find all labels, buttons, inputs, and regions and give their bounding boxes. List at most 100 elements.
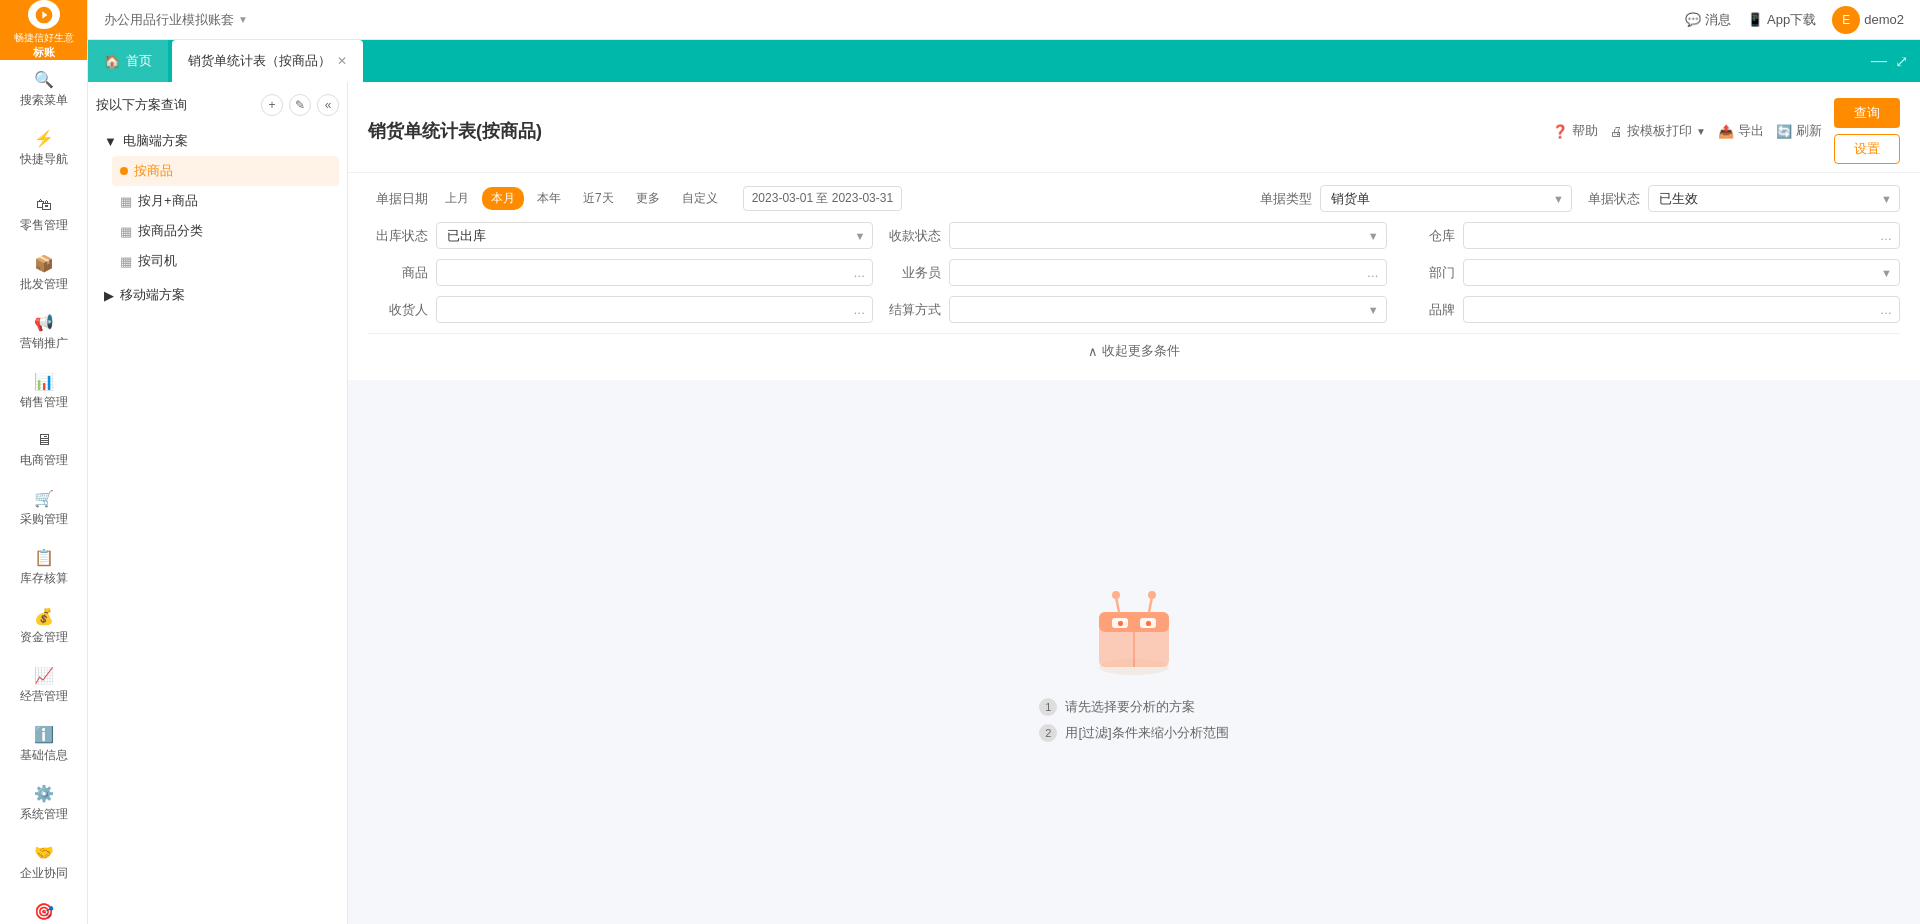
brand-label: 品牌 — [1395, 301, 1455, 319]
refresh-icon: 🔄 — [1776, 124, 1792, 139]
payment-select[interactable] — [949, 296, 1386, 323]
workspace-label: 办公用品行业模拟账套 — [104, 11, 234, 29]
salesman-input[interactable] — [949, 259, 1386, 286]
out-status-select[interactable]: 已出库 — [436, 222, 873, 249]
query-btn[interactable]: 查询 — [1834, 98, 1900, 128]
sidebar-item-basic[interactable]: ℹ️ 基础信息 — [0, 715, 87, 774]
goods-label: 商品 — [368, 264, 428, 282]
goods-dots-icon[interactable]: … — [853, 266, 865, 280]
collapse-panel-btn[interactable]: « — [317, 94, 339, 116]
svg-line-10 — [1149, 597, 1152, 612]
help-label: 帮助 — [1572, 122, 1598, 140]
sidebar-item-ecommerce[interactable]: 🖥 电商管理 — [0, 421, 87, 479]
sidebar-item-finance[interactable]: 💰 资金管理 — [0, 597, 87, 656]
sidebar-item-search[interactable]: 🔍 搜索菜单 — [0, 60, 87, 119]
settings-btn[interactable]: 设置 — [1834, 134, 1900, 164]
date-tab-more[interactable]: 更多 — [627, 187, 669, 210]
warehouse-dots-icon[interactable]: … — [1880, 229, 1892, 243]
app-download-btn[interactable]: 📱 App下载 — [1747, 11, 1816, 29]
user-menu[interactable]: E demo2 — [1832, 6, 1904, 34]
tree-parent-desktop[interactable]: ▼ 电脑端方案 — [96, 126, 339, 156]
sidebar-item-wholesale[interactable]: 📦 批发管理 — [0, 244, 87, 303]
dept-select[interactable] — [1463, 259, 1900, 286]
workspace-selector[interactable]: 办公用品行业模拟账套 ▼ — [104, 11, 248, 29]
marketing-icon: 📢 — [34, 313, 54, 332]
salesman-label: 业务员 — [881, 264, 941, 282]
brand-dots-icon[interactable]: … — [1880, 303, 1892, 317]
stock-icon: 📋 — [34, 548, 54, 567]
collapse-up-icon: ∧ — [1088, 344, 1098, 359]
date-tab-this-month[interactable]: 本月 — [482, 187, 524, 210]
goods-input[interactable] — [436, 259, 873, 286]
search-icon: 🔍 — [34, 70, 54, 89]
collapse-label: 收起更多条件 — [1102, 342, 1180, 360]
refresh-btn[interactable]: 🔄 刷新 — [1776, 122, 1822, 140]
date-range[interactable]: 2023-03-01 至 2023-03-31 — [743, 186, 902, 211]
add-scheme-btn[interactable]: + — [261, 94, 283, 116]
sidebar-item-collab[interactable]: 🤝 企业协同 — [0, 833, 87, 892]
template-print-btn[interactable]: 🖨 按模板打印 ▼ — [1610, 122, 1706, 140]
date-tab-custom[interactable]: 自定义 — [673, 187, 727, 210]
date-tab-7days[interactable]: 近7天 — [574, 187, 623, 210]
tip-num-2: 2 — [1039, 724, 1057, 742]
logo-sub: 标账 — [33, 45, 55, 60]
tab-sales-report[interactable]: 销货单统计表（按商品） ✕ — [172, 40, 363, 82]
sidebar-item-retail[interactable]: 🛍 零售管理 — [0, 186, 87, 244]
collect-select[interactable] — [949, 222, 1386, 249]
tabbar-actions: — ⤢ — [1871, 52, 1920, 71]
finance-icon: 💰 — [34, 607, 54, 626]
sidebar-item-guide[interactable]: 🎯 新手引导 — [0, 892, 87, 924]
out-status-select-wrapper: 已出库 ▼ — [436, 222, 873, 249]
date-tab-last-month[interactable]: 上月 — [436, 187, 478, 210]
payment-select-wrapper: ▼ — [949, 296, 1386, 323]
sidebar-item-nav[interactable]: ⚡ 快捷导航 — [0, 119, 87, 178]
tab-close-icon[interactable]: ✕ — [337, 54, 347, 68]
tip-text-2: 用[过滤]条件来缩小分析范围 — [1065, 724, 1228, 742]
date-tab-this-year[interactable]: 本年 — [528, 187, 570, 210]
wholesale-icon: 📦 — [34, 254, 54, 273]
empty-illustration — [1074, 562, 1194, 682]
collect-select-wrapper: ▼ — [949, 222, 1386, 249]
tab-maximize-btn[interactable]: ⤢ — [1895, 52, 1908, 71]
empty-state: 1 请先选择要分析的方案 2 用[过滤]条件来缩小分析范围 — [348, 380, 1920, 924]
empty-tip-1: 1 请先选择要分析的方案 — [1039, 698, 1228, 716]
message-btn[interactable]: 💬 消息 — [1685, 11, 1731, 29]
type-select[interactable]: 销货单 — [1320, 185, 1572, 212]
main-area: 办公用品行业模拟账套 ▼ 💬 消息 📱 App下载 E demo2 🏠 — [88, 0, 1920, 924]
tree-item-by-driver[interactable]: ▦ 按司机 — [112, 246, 339, 276]
status-label: 单据状态 — [1580, 190, 1640, 208]
status-select[interactable]: 已生效 — [1648, 185, 1900, 212]
tree-item-by-month-goods[interactable]: ▦ 按月+商品 — [112, 186, 339, 216]
sidebar-item-sales[interactable]: 📊 销售管理 — [0, 362, 87, 421]
receiver-input[interactable] — [436, 296, 873, 323]
sidebar-item-purchase[interactable]: 🛒 采购管理 — [0, 479, 87, 538]
edit-scheme-btn[interactable]: ✎ — [289, 94, 311, 116]
system-icon: ⚙️ — [34, 784, 54, 803]
sidebar-item-stock[interactable]: 📋 库存核算 — [0, 538, 87, 597]
tab-minimize-btn[interactable]: — — [1871, 52, 1887, 70]
tree-parent-mobile[interactable]: ▶ 移动端方案 — [96, 280, 339, 310]
svg-rect-7 — [1146, 621, 1151, 626]
topbar: 办公用品行业模拟账套 ▼ 💬 消息 📱 App下载 E demo2 — [88, 0, 1920, 40]
tree-children-desktop: 按商品 ▦ 按月+商品 ▦ 按商品分类 ▦ 按司机 — [96, 156, 339, 276]
tree-item-label: 按商品分类 — [138, 222, 203, 240]
export-btn[interactable]: 📤 导出 — [1718, 122, 1764, 140]
brand-input[interactable] — [1463, 296, 1900, 323]
filter-row-2: 出库状态 已出库 ▼ 收款状态 ▼ — [368, 222, 1900, 249]
receiver-dots-icon[interactable]: … — [853, 303, 865, 317]
sidebar-item-label: 电商管理 — [20, 452, 68, 469]
tree-expand-icon: ▼ — [104, 134, 117, 149]
collapse-bar[interactable]: ∧ 收起更多条件 — [368, 333, 1900, 368]
sidebar-item-ops[interactable]: 📈 经营管理 — [0, 656, 87, 715]
warehouse-input[interactable] — [1463, 222, 1900, 249]
tab-home[interactable]: 🏠 首页 — [88, 40, 168, 82]
salesman-dots-icon[interactable]: … — [1367, 266, 1379, 280]
sidebar-item-marketing[interactable]: 📢 营销推广 — [0, 303, 87, 362]
help-btn[interactable]: ❓ 帮助 — [1552, 122, 1598, 140]
warehouse-label: 仓库 — [1395, 227, 1455, 245]
sidebar: 畅捷信好生意 标账 🔍 搜索菜单 ⚡ 快捷导航 🛍 零售管理 📦 批发管理 📢 … — [0, 0, 88, 924]
refresh-label: 刷新 — [1796, 122, 1822, 140]
sidebar-item-system[interactable]: ⚙️ 系统管理 — [0, 774, 87, 833]
tree-item-by-goods[interactable]: 按商品 — [112, 156, 339, 186]
tree-item-by-category[interactable]: ▦ 按商品分类 — [112, 216, 339, 246]
